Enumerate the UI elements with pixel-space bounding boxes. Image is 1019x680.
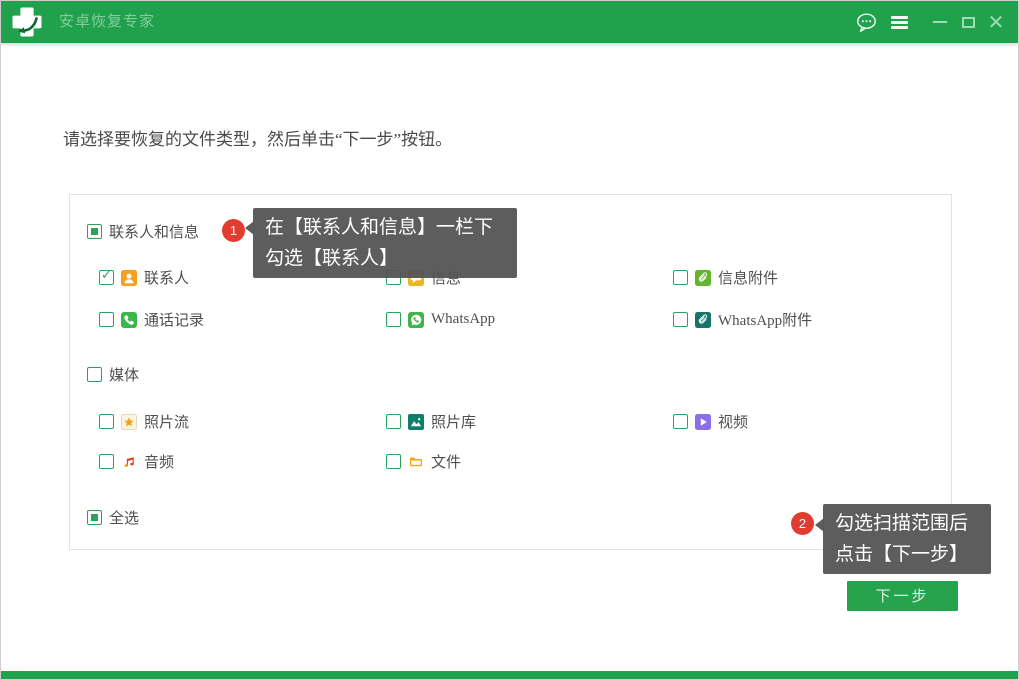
app-window: 安卓恢复专家 ✕ 请选择要恢复的文件类型，然后单击“下一步”按钮。 联系人和信息 [0,0,1019,680]
tooltip-line: 勾选扫描范围后 [835,508,979,539]
feedback-bubble-icon[interactable] [852,1,880,43]
tooltip-step-1: 在【联系人和信息】一栏下 勾选【联系人】 [253,208,517,278]
checkbox-item-whatsapp-attachments[interactable]: WhatsApp附件 [673,309,812,330]
next-step-button[interactable]: 下一步 [847,581,958,611]
contact-icon [121,270,137,286]
instruction-text: 请选择要恢复的文件类型，然后单击“下一步”按钮。 [63,125,452,150]
checkbox-item-videos[interactable]: 视频 [673,411,748,432]
bottom-bar [1,671,1018,679]
contacts-checkbox[interactable] [99,270,114,285]
tooltip-step-2: 勾选扫描范围后 点击【下一步】 [823,504,991,574]
group-media-checkbox[interactable] [87,367,102,382]
whatsapp-icon [408,312,424,328]
whatsapp-checkbox[interactable] [386,312,401,327]
checkbox-item-photo-stream[interactable]: 照片流 [99,411,189,432]
menu-icon[interactable] [885,1,913,43]
videos-checkbox[interactable] [673,414,688,429]
group-media[interactable]: 媒体 [87,364,139,385]
group-contacts-messages-checkbox[interactable] [87,224,102,239]
tooltip-line: 在【联系人和信息】一栏下 [265,212,505,243]
step-2-badge: 2 [791,512,814,535]
audio-icon [121,454,137,470]
message-attachment-icon [695,270,711,286]
maximize-button[interactable] [956,1,980,43]
files-checkbox[interactable] [386,454,401,469]
select-all-checkbox[interactable] [87,510,102,525]
tooltip-arrow [815,518,824,532]
checkbox-item-files[interactable]: 文件 [386,451,461,472]
group-contacts-messages[interactable]: 联系人和信息 [87,221,199,242]
app-title: 安卓恢复专家 [59,1,155,43]
close-button[interactable]: ✕ [983,1,1009,43]
checkbox-item-contacts[interactable]: 联系人 [99,267,189,288]
whatsapp-attachments-checkbox[interactable] [673,312,688,327]
checkbox-item-photo-library[interactable]: 照片库 [386,411,476,432]
photo-stream-icon [121,414,137,430]
checkbox-item-call-logs[interactable]: 通话记录 [99,309,204,330]
tooltip-line: 勾选【联系人】 [265,243,505,274]
app-logo-icon [10,5,44,39]
file-icon [408,454,424,470]
checkbox-item-message-attachments[interactable]: 信息附件 [673,267,778,288]
whatsapp-attachment-icon [695,312,711,328]
photo-stream-checkbox[interactable] [99,414,114,429]
checkbox-item-whatsapp[interactable]: WhatsApp [386,309,495,330]
video-icon [695,414,711,430]
photo-library-icon [408,414,424,430]
message-attachments-checkbox[interactable] [673,270,688,285]
step-1-badge: 1 [222,219,245,242]
select-all[interactable]: 全选 [87,507,139,528]
audio-checkbox[interactable] [99,454,114,469]
title-bar: 安卓恢复专家 ✕ [1,1,1018,43]
minimize-button[interactable] [928,1,952,43]
tooltip-line: 点击【下一步】 [835,539,979,570]
photo-library-checkbox[interactable] [386,414,401,429]
call-log-icon [121,312,137,328]
tooltip-arrow [245,221,254,235]
call-logs-checkbox[interactable] [99,312,114,327]
checkbox-item-audio[interactable]: 音频 [99,451,174,472]
